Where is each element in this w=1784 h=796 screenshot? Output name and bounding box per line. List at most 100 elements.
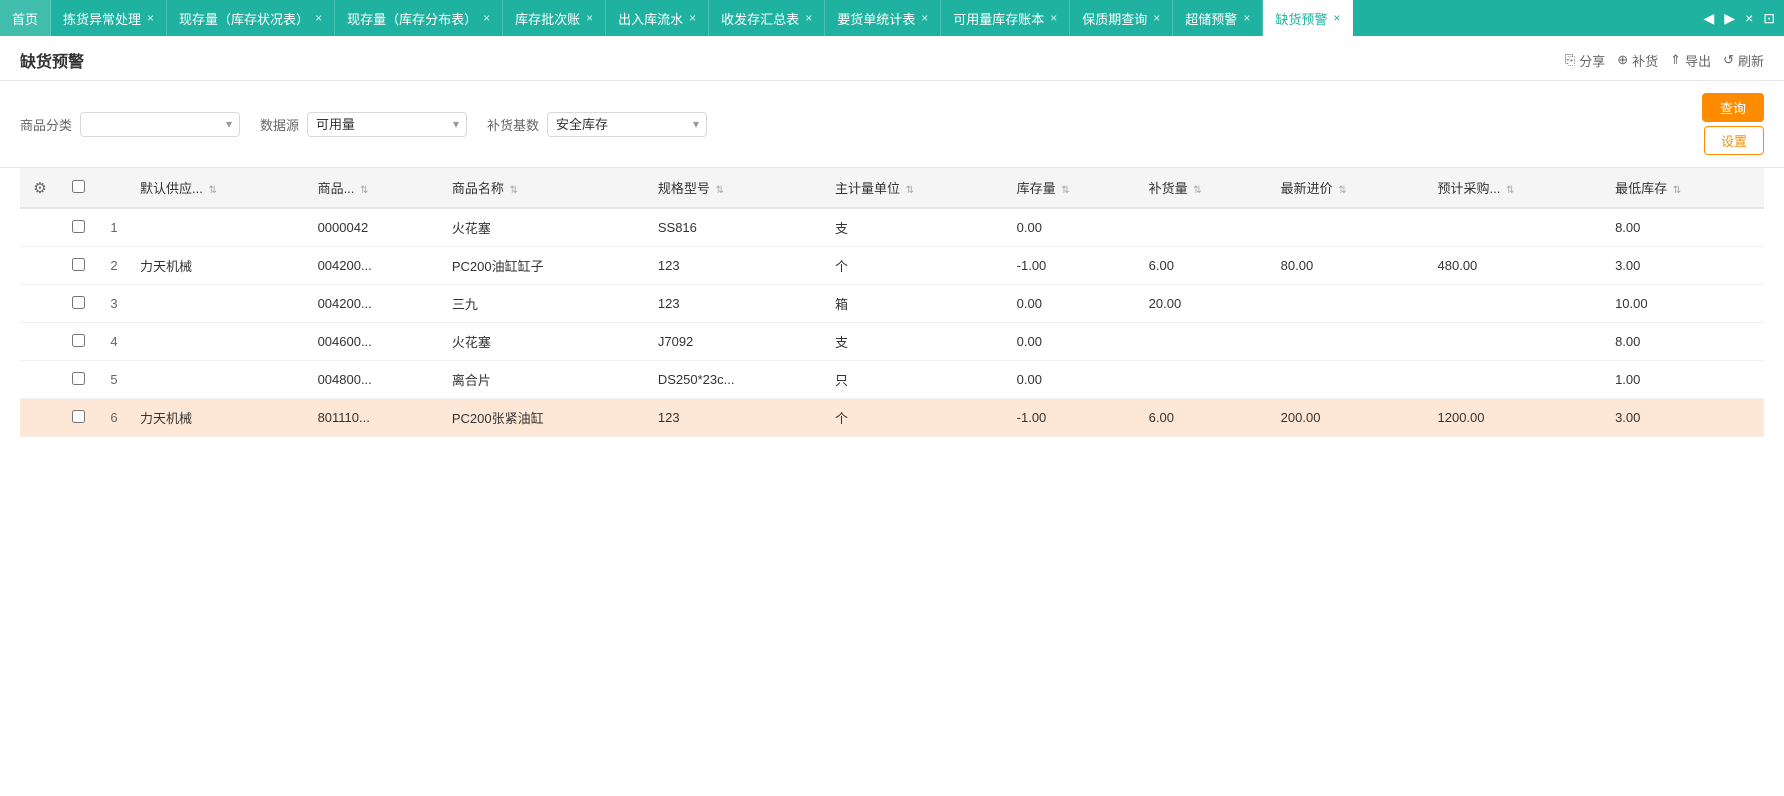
tab-recv-summary-close[interactable]: × (805, 11, 812, 25)
row-checkbox-0[interactable] (72, 220, 85, 233)
tab-recv-summary[interactable]: 收发存汇总表 × (709, 0, 825, 36)
col-goods-name: 商品名称 ⇅ (444, 168, 650, 208)
tab-available-ledger[interactable]: 可用量库存账本 × (941, 0, 1070, 36)
col-estimated-purchase-sort-icon[interactable]: ⇅ (1506, 185, 1514, 196)
tab-bar: 首页 拣货异常处理 × 现存量（库存状况表） × 现存量（库存分布表） × 库存… (0, 0, 1784, 36)
tab-shortage-close[interactable]: × (1333, 11, 1340, 25)
row-default-supplier-cell (132, 208, 310, 247)
table-row: 6 力天机械 801110... PC200张紧油缸 123 个 -1.00 6… (20, 399, 1764, 437)
row-spec-cell: DS250*23c... (650, 361, 827, 399)
tab-inout-flow-label: 出入库流水 (618, 9, 683, 28)
datasource-select[interactable]: 可用量 库存量 (307, 112, 467, 137)
row-checkbox-1[interactable] (72, 258, 85, 271)
row-unit-cell: 箱 (827, 285, 1009, 323)
tab-exception[interactable]: 拣货异常处理 × (51, 0, 167, 36)
col-default-supplier-sort-icon[interactable]: ⇅ (208, 185, 216, 196)
col-rownum (96, 168, 132, 208)
row-settings-cell (20, 285, 60, 323)
row-replenish-qty-cell: 6.00 (1141, 247, 1273, 285)
row-goods-name-cell: 离合片 (444, 361, 650, 399)
row-estimated-purchase-cell (1430, 285, 1608, 323)
table-row: 3 004200... 三九 123 箱 0.00 20.00 10.00 (20, 285, 1764, 323)
row-settings-cell (20, 361, 60, 399)
row-goods-code-cell: 0000042 (310, 208, 444, 247)
col-latest-price-sort-icon[interactable]: ⇅ (1338, 185, 1346, 196)
tab-close-all-button[interactable]: × (1740, 8, 1758, 28)
replenish-action[interactable]: ⊕ 补货 (1617, 51, 1658, 70)
tab-inventory-status-close[interactable]: × (315, 11, 322, 25)
share-label: 分享 (1579, 51, 1605, 70)
tab-order-stats-close[interactable]: × (921, 11, 928, 25)
page-content: 缺货预警 ⎘ 分享 ⊕ 补货 ⇑ 导出 ↺ 刷新 商品分类 (0, 36, 1784, 796)
share-icon: ⎘ (1565, 52, 1575, 68)
col-min-stock-sort-icon[interactable]: ⇅ (1673, 185, 1681, 196)
tab-inventory-dist-close[interactable]: × (483, 11, 490, 25)
table-row: 1 0000042 火花塞 SS816 支 0.00 8.00 (20, 208, 1764, 247)
row-settings-cell (20, 208, 60, 247)
replenish-base-filter-label: 补货基数 (487, 115, 539, 134)
row-unit-cell: 支 (827, 323, 1009, 361)
row-default-supplier-cell (132, 285, 310, 323)
tab-shortage[interactable]: 缺货预警 × (1263, 0, 1353, 36)
shortage-table: ⚙ 默认供应... ⇅ 商品... ⇅ 商品名称 (20, 168, 1764, 437)
col-unit-sort-icon[interactable]: ⇅ (906, 185, 914, 196)
category-filter-group: 商品分类 (20, 112, 240, 137)
tab-expiry-query-close[interactable]: × (1153, 11, 1160, 25)
export-action[interactable]: ⇑ 导出 (1670, 51, 1711, 70)
col-checkbox-header (60, 168, 96, 208)
col-estimated-purchase-label: 预计采购... (1438, 181, 1501, 196)
tab-batch-account-close[interactable]: × (586, 11, 593, 25)
query-button[interactable]: 查询 (1702, 93, 1764, 122)
tab-shortage-label: 缺货预警 (1275, 9, 1327, 28)
col-goods-code-label: 商品... (318, 181, 355, 196)
col-min-stock-label: 最低库存 (1615, 181, 1667, 196)
tab-overstock[interactable]: 超储预警 × (1173, 0, 1263, 36)
col-stock-qty-sort-icon[interactable]: ⇅ (1061, 185, 1069, 196)
select-all-checkbox[interactable] (72, 180, 85, 193)
category-select[interactable] (80, 112, 240, 137)
row-stock-qty-cell: 0.00 (1009, 361, 1141, 399)
settings-button[interactable]: 设置 (1704, 126, 1764, 155)
tab-restore-button[interactable]: ⊡ (1758, 8, 1780, 29)
row-default-supplier-cell (132, 361, 310, 399)
row-checkbox-2[interactable] (72, 296, 85, 309)
row-default-supplier-cell: 力天机械 (132, 247, 310, 285)
row-spec-cell: 123 (650, 247, 827, 285)
col-goods-name-label: 商品名称 (452, 181, 504, 196)
tab-batch-account[interactable]: 库存批次账 × (503, 0, 606, 36)
col-goods-code-sort-icon[interactable]: ⇅ (360, 185, 368, 196)
col-spec-sort-icon[interactable]: ⇅ (716, 185, 724, 196)
col-latest-price: 最新进价 ⇅ (1273, 168, 1430, 208)
row-spec-cell: 123 (650, 285, 827, 323)
row-estimated-purchase-cell: 480.00 (1430, 247, 1608, 285)
share-action[interactable]: ⎘ 分享 (1565, 51, 1605, 70)
tab-home[interactable]: 首页 (0, 0, 51, 36)
tab-overstock-close[interactable]: × (1243, 11, 1250, 25)
tab-inout-flow[interactable]: 出入库流水 × (606, 0, 709, 36)
refresh-label: 刷新 (1738, 51, 1764, 70)
tab-order-stats[interactable]: 要货单统计表 × (825, 0, 941, 36)
row-checkbox-5[interactable] (72, 410, 85, 423)
tab-nav-buttons: ◀ ▶ × ⊡ (1695, 8, 1784, 29)
tab-exception-close[interactable]: × (147, 11, 154, 25)
row-checkbox-3[interactable] (72, 334, 85, 347)
col-stock-qty-label: 库存量 (1017, 181, 1056, 196)
tab-prev-button[interactable]: ◀ (1699, 8, 1720, 29)
tab-inout-flow-close[interactable]: × (689, 11, 696, 25)
row-unit-cell: 只 (827, 361, 1009, 399)
tab-expiry-query[interactable]: 保质期查询 × (1070, 0, 1173, 36)
row-num-cell: 5 (96, 361, 132, 399)
tab-inventory-dist[interactable]: 现存量（库存分布表） × (335, 0, 503, 36)
row-goods-name-cell: 火花塞 (444, 208, 650, 247)
tab-available-ledger-close[interactable]: × (1050, 11, 1057, 25)
refresh-action[interactable]: ↺ 刷新 (1723, 51, 1764, 70)
table-container: ⚙ 默认供应... ⇅ 商品... ⇅ 商品名称 (0, 168, 1784, 437)
column-settings-icon[interactable]: ⚙ (33, 180, 46, 197)
tab-recv-summary-label: 收发存汇总表 (721, 9, 799, 28)
col-replenish-qty-sort-icon[interactable]: ⇅ (1193, 185, 1201, 196)
tab-next-button[interactable]: ▶ (1719, 8, 1740, 29)
tab-inventory-status[interactable]: 现存量（库存状况表） × (167, 0, 335, 36)
col-goods-name-sort-icon[interactable]: ⇅ (509, 185, 517, 196)
replenish-base-select[interactable]: 安全库存 最低库存 (547, 112, 707, 137)
row-checkbox-4[interactable] (72, 372, 85, 385)
